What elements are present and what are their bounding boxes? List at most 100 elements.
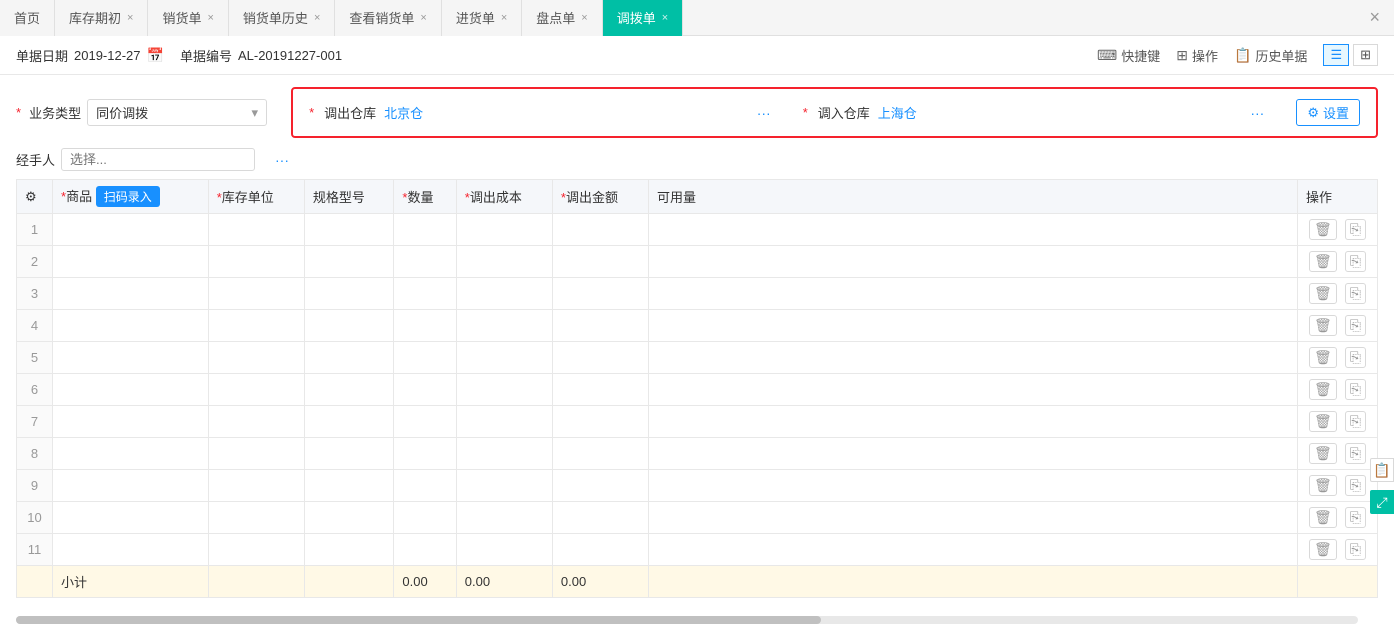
delete-icon[interactable]: 🗑 xyxy=(1309,539,1337,560)
row-available[interactable] xyxy=(649,438,1298,470)
copy-icon[interactable]: ⎘ xyxy=(1345,475,1366,496)
row-spec[interactable] xyxy=(304,534,394,566)
delete-icon[interactable]: 🗑 xyxy=(1309,411,1337,432)
row-cost[interactable] xyxy=(456,342,552,374)
row-unit[interactable] xyxy=(208,438,304,470)
tab-sales-history[interactable]: 销货单历史 × xyxy=(229,0,335,36)
transfer-in-dots[interactable]: ··· xyxy=(1250,105,1264,121)
row-spec[interactable] xyxy=(304,310,394,342)
row-cost[interactable] xyxy=(456,470,552,502)
row-amount[interactable] xyxy=(552,342,648,374)
tab-inventory-check[interactable]: 盘点单 × xyxy=(522,0,602,36)
row-cost[interactable] xyxy=(456,374,552,406)
row-available[interactable] xyxy=(649,246,1298,278)
row-unit[interactable] xyxy=(208,502,304,534)
delete-icon[interactable]: 🗑 xyxy=(1309,347,1337,368)
copy-icon[interactable]: ⎘ xyxy=(1345,219,1366,240)
tab-transfer-order[interactable]: 调拨单 × xyxy=(603,0,683,36)
row-spec[interactable] xyxy=(304,246,394,278)
scroll-thumb[interactable] xyxy=(16,616,821,624)
copy-icon[interactable]: ⎘ xyxy=(1345,411,1366,432)
row-spec[interactable] xyxy=(304,438,394,470)
list-view-button[interactable]: ☰ xyxy=(1323,44,1349,66)
copy-icon[interactable]: ⎘ xyxy=(1345,251,1366,272)
tab-transfer-order-close[interactable]: × xyxy=(662,12,668,24)
delete-icon[interactable]: 🗑 xyxy=(1309,507,1337,528)
row-unit[interactable] xyxy=(208,534,304,566)
row-quantity[interactable] xyxy=(394,502,456,534)
row-spec[interactable] xyxy=(304,470,394,502)
copy-icon[interactable]: ⎘ xyxy=(1345,443,1366,464)
row-cost[interactable] xyxy=(456,278,552,310)
operation-button[interactable]: ⊞ 操作 xyxy=(1176,46,1218,65)
row-available[interactable] xyxy=(649,278,1298,310)
settings-button[interactable]: ⚙ 设置 xyxy=(1296,99,1360,126)
row-available[interactable] xyxy=(649,214,1298,246)
row-spec[interactable] xyxy=(304,374,394,406)
row-unit[interactable] xyxy=(208,342,304,374)
delete-icon[interactable]: 🗑 xyxy=(1309,379,1337,400)
copy-icon[interactable]: ⎘ xyxy=(1345,507,1366,528)
note-sidebar-button[interactable]: 📋 xyxy=(1370,458,1394,482)
tab-inventory-init-close[interactable]: × xyxy=(127,12,133,24)
row-spec[interactable] xyxy=(304,278,394,310)
tab-inventory-check-close[interactable]: × xyxy=(581,12,587,24)
row-spec[interactable] xyxy=(304,214,394,246)
row-amount[interactable] xyxy=(552,374,648,406)
tab-inventory-init[interactable]: 库存期初 × xyxy=(55,0,148,36)
row-amount[interactable] xyxy=(552,214,648,246)
row-unit[interactable] xyxy=(208,214,304,246)
row-available[interactable] xyxy=(649,470,1298,502)
row-quantity[interactable] xyxy=(394,214,456,246)
row-goods[interactable] xyxy=(53,534,209,566)
row-quantity[interactable] xyxy=(394,342,456,374)
window-close-button[interactable]: × xyxy=(1355,0,1394,36)
history-button[interactable]: 📋 历史单据 xyxy=(1234,46,1307,65)
copy-icon[interactable]: ⎘ xyxy=(1345,379,1366,400)
row-cost[interactable] xyxy=(456,438,552,470)
row-cost[interactable] xyxy=(456,502,552,534)
delete-icon[interactable]: 🗑 xyxy=(1309,443,1337,464)
row-quantity[interactable] xyxy=(394,278,456,310)
row-goods[interactable] xyxy=(53,310,209,342)
copy-icon[interactable]: ⎘ xyxy=(1345,539,1366,560)
row-available[interactable] xyxy=(649,342,1298,374)
row-spec[interactable] xyxy=(304,406,394,438)
row-unit[interactable] xyxy=(208,310,304,342)
row-cost[interactable] xyxy=(456,534,552,566)
row-cost[interactable] xyxy=(456,246,552,278)
row-available[interactable] xyxy=(649,310,1298,342)
handler-dots[interactable]: ··· xyxy=(275,152,289,168)
tab-sales-order-close[interactable]: × xyxy=(207,12,213,24)
copy-icon[interactable]: ⎘ xyxy=(1345,283,1366,304)
calendar-icon[interactable]: 📅 xyxy=(147,47,164,64)
tab-view-sales-close[interactable]: × xyxy=(420,12,426,24)
row-amount[interactable] xyxy=(552,470,648,502)
horizontal-scrollbar[interactable] xyxy=(16,616,1358,624)
row-amount[interactable] xyxy=(552,438,648,470)
row-cost[interactable] xyxy=(456,406,552,438)
row-goods[interactable] xyxy=(53,278,209,310)
tab-purchase-order[interactable]: 进货单 × xyxy=(442,0,522,36)
delete-icon[interactable]: 🗑 xyxy=(1309,219,1337,240)
scan-button[interactable]: 扫码录入 xyxy=(96,186,160,207)
row-goods[interactable] xyxy=(53,406,209,438)
row-amount[interactable] xyxy=(552,534,648,566)
row-quantity[interactable] xyxy=(394,534,456,566)
delete-icon[interactable]: 🗑 xyxy=(1309,283,1337,304)
tab-view-sales[interactable]: 查看销货单 × xyxy=(335,0,441,36)
row-available[interactable] xyxy=(649,534,1298,566)
th-gear[interactable]: ⚙ xyxy=(17,180,53,214)
business-type-select[interactable]: 同价调拨 ▾ xyxy=(87,99,267,126)
row-goods[interactable] xyxy=(53,502,209,534)
row-quantity[interactable] xyxy=(394,310,456,342)
row-available[interactable] xyxy=(649,406,1298,438)
transfer-out-dots[interactable]: ··· xyxy=(757,105,771,121)
row-quantity[interactable] xyxy=(394,470,456,502)
row-unit[interactable] xyxy=(208,470,304,502)
row-quantity[interactable] xyxy=(394,438,456,470)
row-spec[interactable] xyxy=(304,342,394,374)
row-quantity[interactable] xyxy=(394,246,456,278)
expand-sidebar-button[interactable]: ⤢ xyxy=(1370,490,1394,514)
row-cost[interactable] xyxy=(456,214,552,246)
